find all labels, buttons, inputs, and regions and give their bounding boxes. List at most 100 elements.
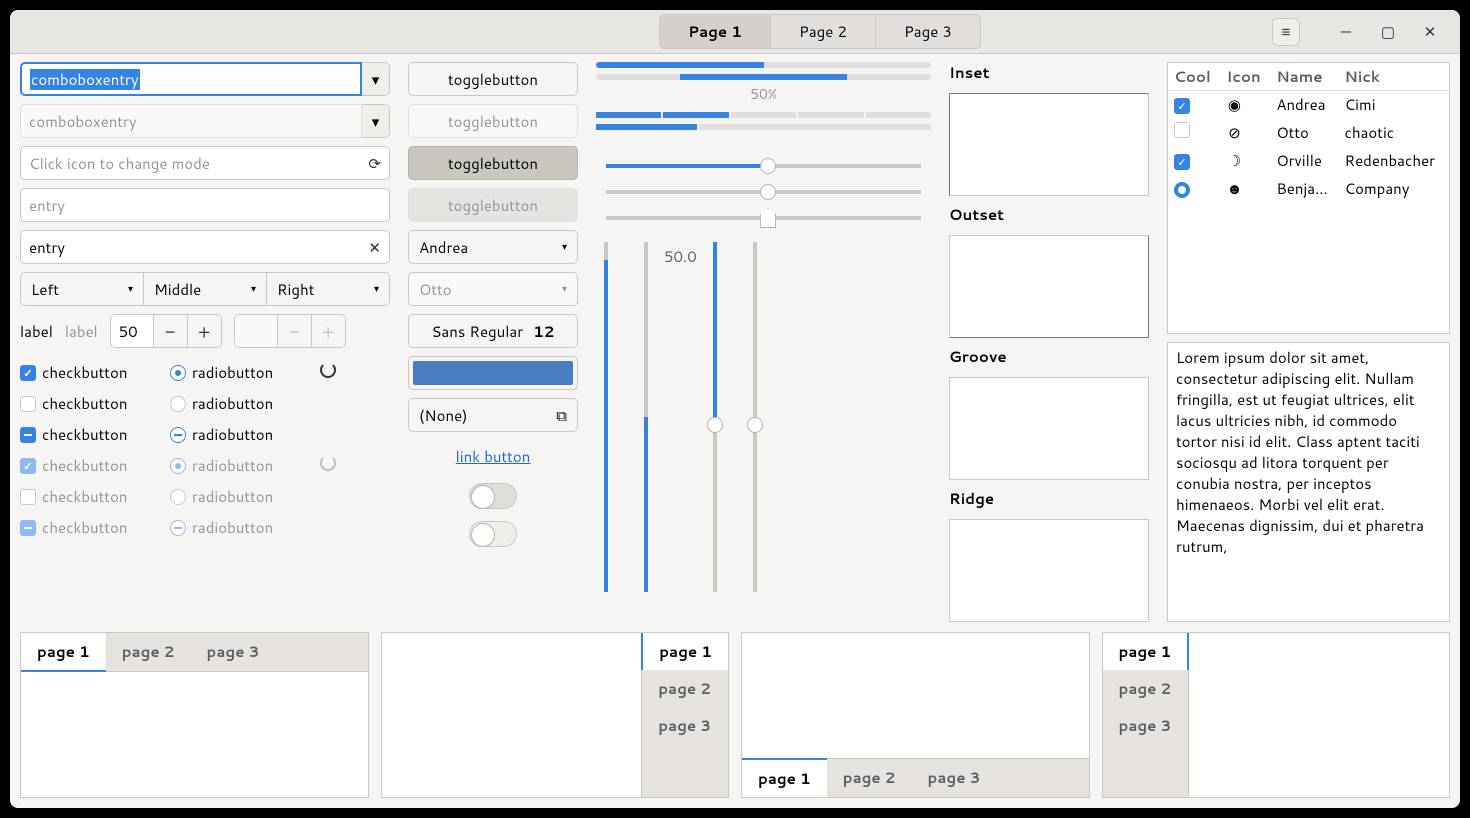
radiobutton-6-disabled: radiobutton	[170, 517, 320, 538]
spinbutton[interactable]: 50 − +	[110, 314, 222, 348]
table-row[interactable]: ☻Benja...Company	[1168, 175, 1449, 203]
main-window: Page 1 Page 2 Page 3 ≡ — ▢ ✕ comboboxent…	[10, 10, 1460, 808]
spinner-disabled-icon	[320, 455, 336, 471]
label-disabled: label	[65, 321, 98, 342]
font-button[interactable]: Sans Regular12	[408, 314, 578, 348]
nb2-tab-3[interactable]: page 3	[642, 707, 728, 744]
frame-label-inset: Inset	[949, 62, 1149, 85]
togglebutton-4-disabled-pressed: togglebutton	[408, 188, 578, 222]
checkbutton-6-disabled: checkbutton	[20, 517, 170, 538]
notebook-right: page 1 page 2 page 3	[381, 632, 730, 798]
comboboxentry-1-arrow[interactable]: ▾	[362, 62, 390, 96]
seg-right[interactable]: Right▾	[267, 272, 390, 306]
spinner-icon	[320, 362, 336, 378]
spin-plus[interactable]: +	[187, 315, 221, 347]
refresh-icon[interactable]: ⟳	[368, 153, 381, 174]
hamburger-menu-button[interactable]: ≡	[1272, 18, 1300, 46]
nb2-tab-1[interactable]: page 1	[641, 633, 728, 670]
linked-combo-buttons: Left▾ Middle▾ Right▾	[20, 272, 390, 306]
combobox-andrea[interactable]: Andrea▾	[408, 230, 578, 264]
togglebutton-2-disabled: togglebutton	[408, 104, 578, 138]
titlebar: Page 1 Page 2 Page 3 ≡ — ▢ ✕	[10, 10, 1460, 54]
copy-icon: ⧉	[556, 405, 567, 426]
nb2-tab-2[interactable]: page 2	[642, 670, 728, 707]
spin-minus[interactable]: −	[153, 315, 187, 347]
nb4-tab-2[interactable]: page 2	[1103, 670, 1189, 707]
radiobutton-2[interactable]: radiobutton	[170, 393, 320, 414]
radiobutton-4-disabled: radiobutton	[170, 455, 320, 476]
entry-with-icon[interactable]: Click icon to change mode ⟳	[20, 146, 390, 180]
switch-1[interactable]	[469, 483, 517, 509]
checkbutton-4-disabled: checkbutton	[20, 455, 170, 476]
nb3-tab-2[interactable]: page 2	[827, 759, 912, 797]
frames-column: Inset Outset Groove Ridge	[949, 62, 1149, 622]
radiobutton-5-disabled: radiobutton	[170, 486, 320, 507]
col-icon[interactable]: Icon	[1220, 63, 1270, 91]
scale-h-1[interactable]	[596, 156, 931, 176]
clear-icon[interactable]: ✕	[368, 237, 381, 258]
frame-inset	[949, 93, 1149, 196]
header-tab-2[interactable]: Page 2	[771, 15, 876, 48]
minimize-button[interactable]: —	[1332, 18, 1360, 46]
scale-v-2[interactable]	[636, 242, 656, 592]
color-button[interactable]	[408, 356, 578, 390]
comboboxentry-1[interactable]: comboboxentry	[20, 62, 362, 96]
nb4-tab-3[interactable]: page 3	[1103, 707, 1189, 744]
entry-placeholder[interactable]	[20, 188, 390, 222]
table-row[interactable]: ✓☽OrvilleRedenbacher	[1168, 147, 1449, 175]
seg-middle[interactable]: Middle▾	[144, 272, 267, 306]
togglebutton-3-pressed[interactable]: togglebutton	[408, 146, 578, 180]
checkbutton-3[interactable]: checkbutton	[20, 424, 170, 445]
progress-column: 50% 50.0	[596, 62, 931, 622]
header-tab-1[interactable]: Page 1	[660, 15, 771, 48]
link-button[interactable]: link button	[408, 440, 578, 473]
checkbutton-5-disabled: checkbutton	[20, 486, 170, 507]
levelbar-2	[596, 124, 931, 130]
col-nick[interactable]: Nick	[1339, 63, 1449, 91]
entry-with-clear[interactable]: entry ✕	[20, 230, 390, 264]
col-cool[interactable]: Cool	[1168, 63, 1220, 91]
list-text-column: Cool Icon Name Nick ✓◉AndreaCimi ⊘Ottoch…	[1167, 62, 1450, 622]
scale-v-1[interactable]	[596, 242, 616, 592]
nb1-tab-2[interactable]: page 2	[106, 633, 191, 671]
header-stack-switcher: Page 1 Page 2 Page 3	[659, 14, 981, 49]
nb4-tab-1[interactable]: page 1	[1103, 633, 1190, 670]
seg-left[interactable]: Left▾	[20, 272, 144, 306]
textview-lorem[interactable]: Lorem ipsum dolor sit amet, consectetur …	[1167, 342, 1450, 622]
nb3-tab-3[interactable]: page 3	[912, 759, 997, 797]
radiobutton-3[interactable]: radiobutton	[170, 424, 320, 445]
frame-label-ridge: Ridge	[949, 488, 1149, 511]
checkbutton-2[interactable]: checkbutton	[20, 393, 170, 414]
treeview[interactable]: Cool Icon Name Nick ✓◉AndreaCimi ⊘Ottoch…	[1167, 62, 1450, 334]
comboboxentry-2-disabled: comboboxentry	[20, 104, 362, 138]
close-button[interactable]: ✕	[1416, 18, 1444, 46]
nb1-tab-1[interactable]: page 1	[21, 633, 106, 672]
spinbutton-disabled: − +	[234, 314, 346, 348]
nb3-tab-1[interactable]: page 1	[742, 758, 827, 797]
color-swatch	[413, 361, 573, 385]
scale-h-2-disabled	[596, 182, 931, 202]
scale-v-3[interactable]	[705, 242, 725, 592]
togglebutton-1[interactable]: togglebutton	[408, 62, 578, 96]
col-name[interactable]: Name	[1270, 63, 1338, 91]
radiobutton-1[interactable]: radiobutton	[170, 362, 320, 383]
frame-groove	[949, 377, 1149, 480]
header-tab-3[interactable]: Page 3	[876, 15, 980, 48]
switch-2-disabled	[469, 521, 517, 547]
table-row[interactable]: ⊘Ottochaotic	[1168, 119, 1449, 147]
label-enabled: label	[20, 321, 53, 342]
maximize-button[interactable]: ▢	[1374, 18, 1402, 46]
table-row[interactable]: ✓◉AndreaCimi	[1168, 91, 1449, 119]
frame-label-groove: Groove	[949, 346, 1149, 369]
checkbutton-1[interactable]: checkbutton	[20, 362, 170, 383]
scale-h-3[interactable]	[596, 208, 931, 228]
file-chooser-button[interactable]: (None)⧉	[408, 398, 578, 432]
scale-v-4-disabled	[745, 242, 765, 592]
progressbar-2	[596, 74, 931, 80]
nb1-tab-3[interactable]: page 3	[191, 633, 276, 671]
progressbar-1	[596, 62, 931, 68]
comboboxentry-2-arrow: ▾	[362, 104, 390, 138]
buttons-column: togglebutton togglebutton togglebutton t…	[408, 62, 578, 622]
levelbar-1	[596, 112, 931, 118]
progress-percent-label: 50%	[596, 84, 931, 104]
